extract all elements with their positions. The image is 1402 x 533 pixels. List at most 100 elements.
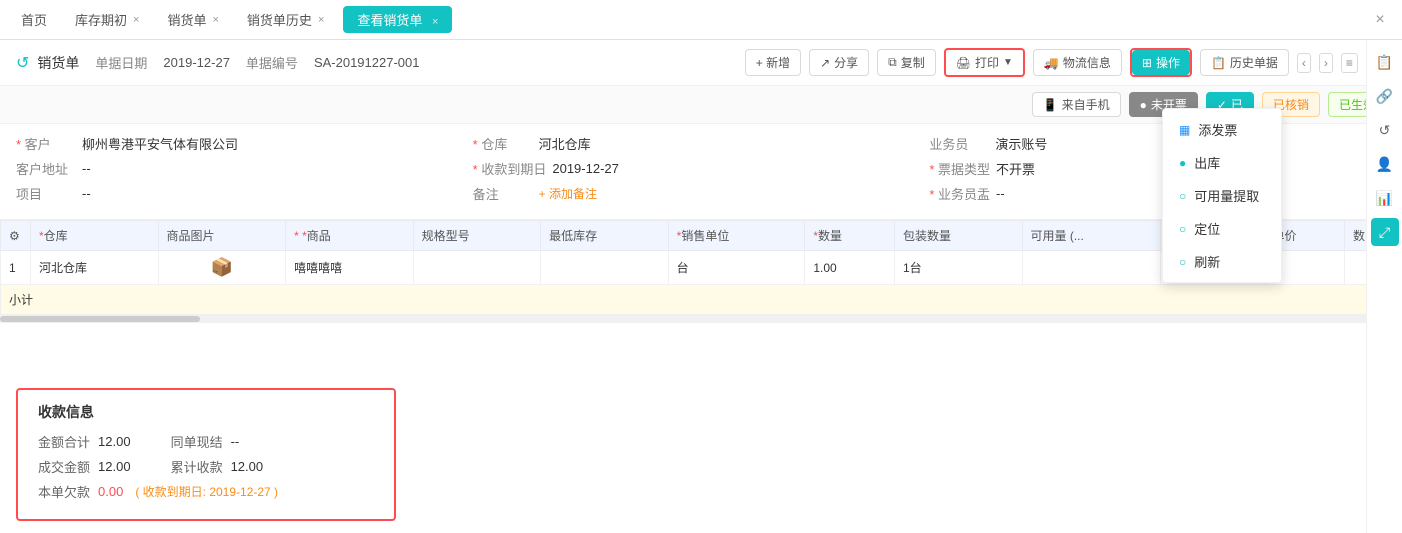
print-icon: 🖨 <box>956 56 971 70</box>
tab-sales-history-close[interactable]: × <box>318 14 324 26</box>
next-button[interactable]: › <box>1319 53 1333 73</box>
operator-value: -- <box>996 186 1005 201</box>
scroll-thumb[interactable] <box>0 316 200 322</box>
dropdown-available[interactable]: ○ 可用量提取 <box>1163 179 1281 212</box>
refresh-icon: ○ <box>1179 255 1186 269</box>
dropdown-outbound[interactable]: ● 出库 <box>1163 146 1281 179</box>
outbound-icon: ● <box>1179 156 1186 170</box>
ticket-icon: ● <box>1140 98 1147 112</box>
horizontal-scrollbar[interactable] <box>0 315 1402 323</box>
col-unit: *销售单位 <box>668 221 805 251</box>
logistics-icon: 🚚 <box>1044 56 1059 70</box>
arrears-value: 0.00 <box>98 484 123 499</box>
operations-icon: ⊞ <box>1142 56 1152 70</box>
print-dropdown-icon: ▼ <box>1003 57 1013 68</box>
col-min-stock: 最低库存 <box>541 221 669 251</box>
order-settle-label: 同单现结 <box>171 432 223 451</box>
doc-icon: ↺ <box>16 53 29 73</box>
tab-sales-close[interactable]: × <box>212 14 218 26</box>
cumulative-label: 累计收款 <box>171 457 223 476</box>
cell-warehouse: 河北仓库 <box>31 251 159 285</box>
payment-row-3: 本单欠款 0.00 ( 收款到期日: 2019-12-27 ) <box>38 482 374 501</box>
arrears-item: 本单欠款 0.00 ( 收款到期日: 2019-12-27 ) <box>38 482 278 501</box>
deal-amount-label: 成交金额 <box>38 457 90 476</box>
col-image: 商品图片 <box>158 221 286 251</box>
dropdown-locate[interactable]: ○ 定位 <box>1163 212 1281 245</box>
tab-inventory-close[interactable]: × <box>133 14 139 26</box>
available-label: 可用量提取 <box>1194 186 1259 205</box>
payment-title: 收款信息 <box>38 402 374 422</box>
tab-bar: 首页 库存期初 × 销货单 × 销货单历史 × 查看销货单 × × <box>0 0 1402 40</box>
amount-total-value: 12.00 <box>98 434 131 449</box>
customer-value: 柳州粤港平安气体有限公司 <box>82 134 238 153</box>
number-value: SA-20191227-001 <box>314 55 420 70</box>
customer-field: * 客户 柳州粤港平安气体有限公司 <box>16 134 473 153</box>
warehouse-label: * 仓库 <box>473 134 533 153</box>
tab-sales-history[interactable]: 销货单历史 × <box>234 4 337 36</box>
staff-value: 演示账号 <box>995 134 1047 153</box>
address-label: 客户地址 <box>16 159 76 178</box>
phone-icon: 📱 <box>1043 98 1058 112</box>
tab-view-sales-close[interactable]: × <box>432 16 438 28</box>
col-spec: 规格型号 <box>413 221 541 251</box>
tab-home[interactable]: 首页 <box>8 4 60 36</box>
ticket-value: 不开票 <box>996 159 1035 178</box>
bottom-section: 收款信息 金额合计 12.00 同单现结 -- 成交金额 12.00 累计收款 <box>0 376 1402 533</box>
tab-view-sales[interactable]: 查看销货单 × <box>343 6 452 33</box>
subtotal-row: 小计 <box>1 285 1402 315</box>
panel-expand-icon[interactable]: ⤢ <box>1371 218 1399 246</box>
outbound-label: 出库 <box>1194 153 1220 172</box>
staff-field: 业务员 演示账号 <box>929 134 1386 153</box>
new-button[interactable]: + 新增 <box>745 49 801 76</box>
copy-button[interactable]: ⧉ 复制 <box>877 49 936 76</box>
available-icon: ○ <box>1179 189 1186 203</box>
operations-button[interactable]: ⊞ 操作 <box>1132 50 1190 75</box>
logistics-button[interactable]: 🚚 物流信息 <box>1033 49 1122 76</box>
dropdown-menu: ▦ 添发票 ● 出库 ○ 可用量提取 ○ 定位 ○ 刷新 <box>1162 108 1282 283</box>
amount-total-label: 金额合计 <box>38 432 90 451</box>
ticket-label: * 票据类型 <box>929 159 990 178</box>
tab-sales[interactable]: 销货单 × <box>154 4 231 36</box>
print-button[interactable]: 🖨 打印 ▼ <box>944 48 1025 77</box>
share-icon: ↗ <box>820 56 830 70</box>
project-field: 项目 -- <box>16 184 473 203</box>
deal-amount-item: 成交金额 12.00 <box>38 457 131 476</box>
cell-product: 嘻嘻嘻嘻 <box>286 251 414 285</box>
phone-button[interactable]: 📱 来自手机 <box>1032 92 1121 117</box>
share-button[interactable]: ↗ 分享 <box>809 49 869 76</box>
panel-link-icon[interactable]: 🔗 <box>1371 82 1399 110</box>
cumulative-item: 累计收款 12.00 <box>171 457 264 476</box>
locate-icon: ○ <box>1179 222 1186 236</box>
panel-clipboard-icon[interactable]: 📋 <box>1371 48 1399 76</box>
cell-available <box>1022 251 1160 285</box>
warehouse-field: * 仓库 河北仓库 <box>473 134 930 153</box>
arrears-label: 本单欠款 <box>38 482 90 501</box>
col-product: * *商品 <box>286 221 414 251</box>
operator-field: * 业务员盂 -- <box>929 184 1386 203</box>
view-toggle-1[interactable]: ≡ <box>1341 53 1358 73</box>
product-image: 📦 <box>211 257 233 277</box>
payment-info: 收款信息 金额合计 12.00 同单现结 -- 成交金额 12.00 累计收款 <box>16 388 396 521</box>
add-invoice-icon: ▦ <box>1179 123 1190 137</box>
prev-button[interactable]: ‹ <box>1297 53 1311 73</box>
cell-unit: 台 <box>668 251 805 285</box>
subtotal-cell: 小计 <box>1 285 1402 315</box>
history-button[interactable]: 📋 历史单据 <box>1200 49 1289 76</box>
panel-user-icon[interactable]: 👤 <box>1371 150 1399 178</box>
tab-inventory[interactable]: 库存期初 × <box>62 4 152 36</box>
right-panel: 📋 🔗 ↺ 👤 📊 ⤢ <box>1366 40 1402 533</box>
customer-label: * 客户 <box>16 134 76 153</box>
col-pack-qty: 包装数量 <box>894 221 1022 251</box>
cell-spec <box>413 251 541 285</box>
dropdown-refresh[interactable]: ○ 刷新 <box>1163 245 1281 278</box>
add-note-button[interactable]: + 添加备注 <box>539 185 597 202</box>
date-label: 单据日期 <box>95 53 147 72</box>
dropdown-add-invoice[interactable]: ▦ 添发票 <box>1163 113 1281 146</box>
due-note: ( 收款到期日: 2019-12-27 ) <box>135 483 278 500</box>
payment-row-2: 成交金额 12.00 累计收款 12.00 <box>38 457 374 476</box>
note-field: 备注 + 添加备注 <box>473 184 930 203</box>
panel-refresh-icon[interactable]: ↺ <box>1371 116 1399 144</box>
window-close-button[interactable]: × <box>1366 6 1394 34</box>
warehouse-value: 河北仓库 <box>539 134 591 153</box>
panel-chart-icon[interactable]: 📊 <box>1371 184 1399 212</box>
